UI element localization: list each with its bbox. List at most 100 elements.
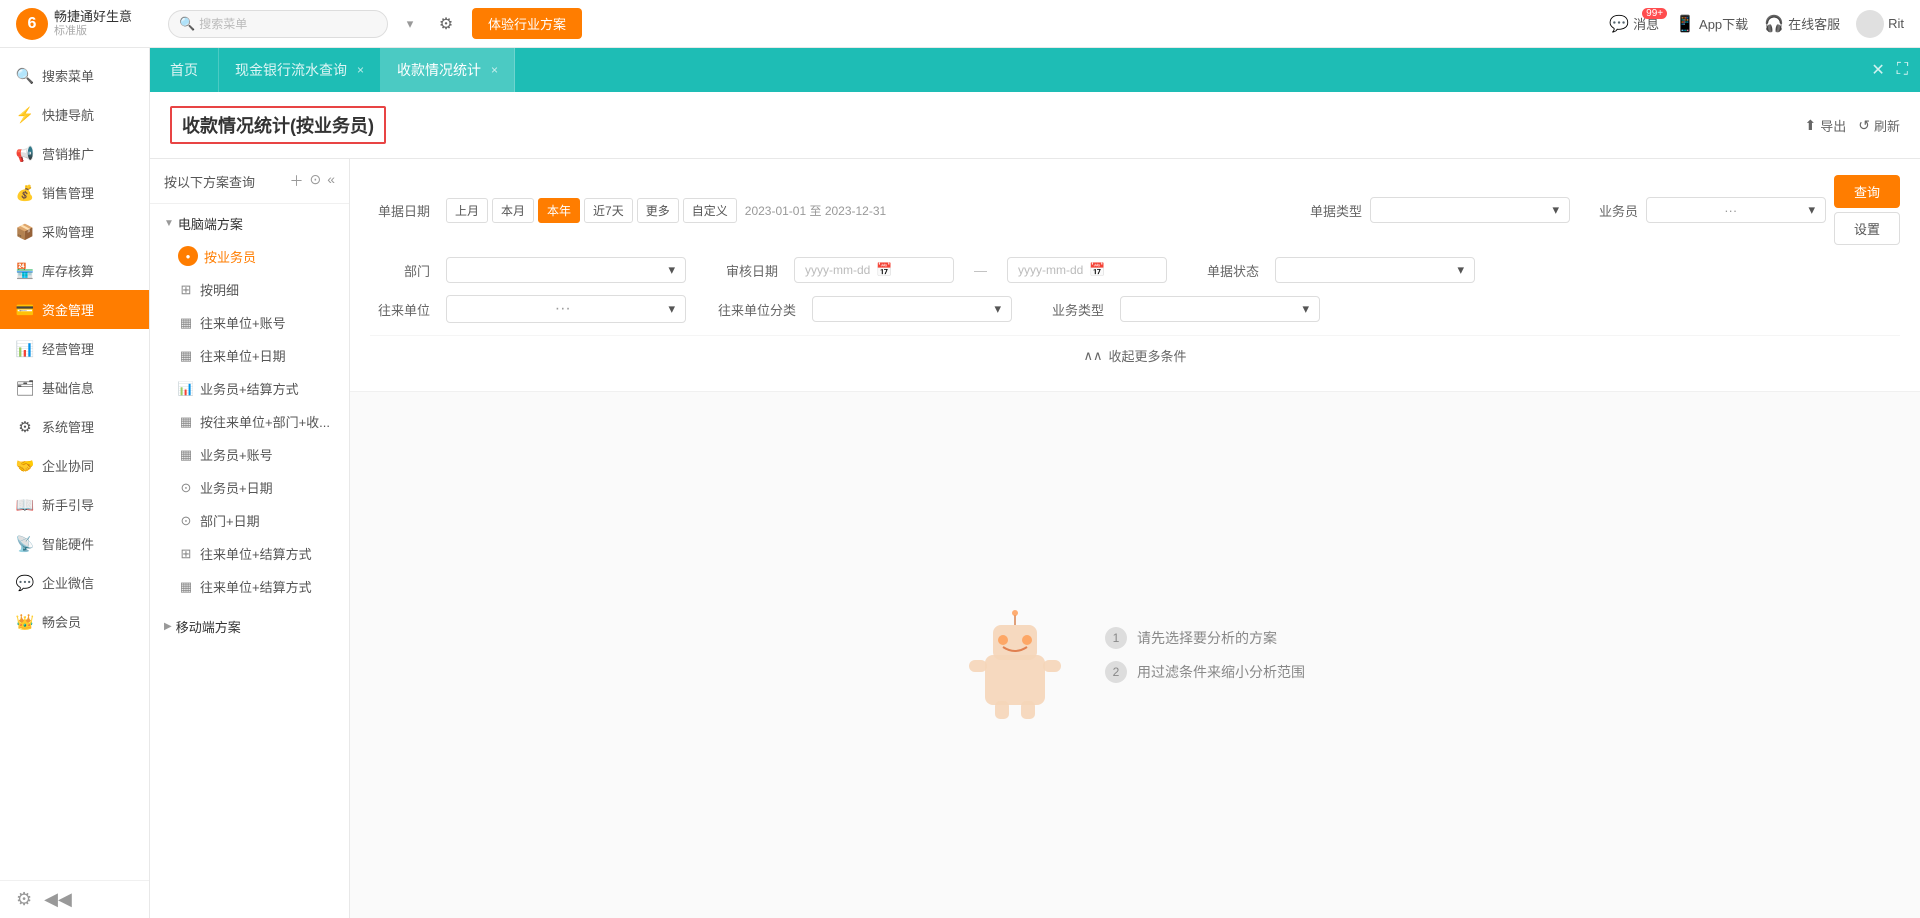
sidebar-operation-icon: 📊 xyxy=(16,340,34,358)
dept-select[interactable]: ▾ xyxy=(446,257,686,283)
tree-item-unit-account[interactable]: ▦ 往来单位+账号 xyxy=(150,306,349,339)
partner-select[interactable]: ··· ▾ xyxy=(446,295,686,323)
tab-receipt-stats[interactable]: 收款情况统计 × xyxy=(381,48,515,92)
chevron-down-icon: ▾ xyxy=(407,16,414,32)
sidebar-wechat-icon: 💬 xyxy=(16,574,34,592)
tree-item-by-staff[interactable]: ● 按业务员 xyxy=(150,239,349,273)
sidebar-item-member[interactable]: 👑 畅会员 xyxy=(0,602,149,641)
tip-num-2: 2 xyxy=(1105,661,1127,683)
sidebar-item-guide[interactable]: 📖 新手引导 xyxy=(0,485,149,524)
panel-add-icon[interactable]: ＋ xyxy=(289,171,303,191)
tab-bank-flow[interactable]: 现金银行流水查询 × xyxy=(219,48,381,92)
panel-settings-icon[interactable]: ⊙ xyxy=(309,171,321,191)
biz-type-label: 业务类型 xyxy=(1044,300,1104,319)
partner-dots[interactable]: ··· xyxy=(555,300,571,318)
empty-state: 1 请先选择要分析的方案 2 用过滤条件来缩小分析范围 xyxy=(350,392,1920,918)
tree-mobile-header[interactable]: ▶ 移动端方案 xyxy=(150,611,349,642)
sidebar-item-marketing[interactable]: 📢 营销推广 xyxy=(0,134,149,173)
filter-collapse-btn[interactable]: ∧∧ 收起更多条件 xyxy=(370,335,1900,375)
sidebar-item-system[interactable]: ⚙ 系统管理 xyxy=(0,407,149,446)
app-download-btn[interactable]: 📱 App下载 xyxy=(1675,14,1748,34)
export-icon: ⬆ xyxy=(1805,117,1817,134)
tab-receipt-stats-close[interactable]: × xyxy=(491,63,498,77)
date-btn-this-month[interactable]: 本月 xyxy=(492,198,534,223)
trial-btn[interactable]: 体验行业方案 xyxy=(472,8,582,39)
staff-dots[interactable]: ··· xyxy=(1724,203,1737,218)
gear-icon: ⚙ xyxy=(439,14,453,34)
date-btn-this-year[interactable]: 本年 xyxy=(538,198,580,223)
filter-area: 单据日期 上月 本月 本年 近7天 更多 自定义 2023-01-01 至 20… xyxy=(350,159,1920,392)
sidebar-item-purchase[interactable]: 📦 采购管理 xyxy=(0,212,149,251)
collapse-sidebar-icon[interactable]: ◀◀ xyxy=(44,889,72,910)
sidebar-item-basic[interactable]: 🗂 基础信息 xyxy=(0,368,149,407)
partner-category-label: 往来单位分类 xyxy=(718,300,796,319)
tree-item-staff-account[interactable]: ▦ 业务员+账号 xyxy=(150,438,349,471)
doc-status-chevron: ▾ xyxy=(1457,262,1464,278)
sidebar-item-quick-nav[interactable]: ⚡ 快捷导航 xyxy=(0,95,149,134)
partner-category-chevron: ▾ xyxy=(994,301,1001,317)
biz-type-chevron: ▾ xyxy=(1302,301,1309,317)
settings-bottom-icon[interactable]: ⚙ xyxy=(16,889,32,910)
user-avatar xyxy=(1856,10,1884,38)
calendar-icon-1[interactable]: 📅 xyxy=(876,262,892,278)
sidebar-item-operation[interactable]: 📊 经营管理 xyxy=(0,329,149,368)
user-avatar-btn[interactable]: Rit xyxy=(1856,10,1904,38)
sidebar-item-finance[interactable]: 💳 资金管理 xyxy=(0,290,149,329)
date-btn-more[interactable]: 更多 xyxy=(637,198,679,223)
sidebar-system-icon: ⚙ xyxy=(16,418,34,436)
sidebar-item-warehouse[interactable]: 🏪 库存核算 xyxy=(0,251,149,290)
panel-header: 按以下方案查询 ＋ ⊙ « xyxy=(150,159,349,204)
tab-bank-flow-close[interactable]: × xyxy=(357,63,364,77)
sidebar-item-hardware[interactable]: 📡 智能硬件 xyxy=(0,524,149,563)
review-date-start[interactable]: yyyy-mm-dd 📅 xyxy=(794,257,954,283)
tree-item-unit-date-label: 往来单位+日期 xyxy=(200,346,286,365)
page-content: 收款情况统计(按业务员) ⬆ 导出 ↺ 刷新 按以下 xyxy=(150,92,1920,918)
date-btn-last7[interactable]: 近7天 xyxy=(584,198,633,223)
message-btn[interactable]: 💬 消息 99+ xyxy=(1609,14,1659,34)
tree-desktop-header[interactable]: ▼ 电脑端方案 xyxy=(150,208,349,239)
panel-collapse-icon[interactable]: « xyxy=(327,171,335,191)
tree-item-staff-payment[interactable]: 📊 业务员+结算方式 xyxy=(150,372,349,405)
tab-bank-flow-label: 现金银行流水查询 xyxy=(235,60,347,80)
tree-item-dept-date[interactable]: ⊙ 部门+日期 xyxy=(150,504,349,537)
tree-item-unit-dept[interactable]: ▦ 按往来单位+部门+收... xyxy=(150,405,349,438)
query-btn[interactable]: 查询 xyxy=(1834,175,1900,208)
sidebar-hardware-label: 智能硬件 xyxy=(42,534,94,553)
tree-item-by-detail[interactable]: ⊞ 按明细 xyxy=(150,273,349,306)
doc-type-select[interactable]: ▾ xyxy=(1370,197,1570,223)
sidebar-item-search[interactable]: 🔍 搜索菜单 xyxy=(0,56,149,95)
sidebar-item-corp[interactable]: 🤝 企业协同 xyxy=(0,446,149,485)
tree-item-unit-dept-label: 按往来单位+部门+收... xyxy=(200,412,330,431)
app-edition: 标准版 xyxy=(54,25,132,38)
export-btn[interactable]: ⬆ 导出 xyxy=(1805,116,1847,135)
refresh-label: 刷新 xyxy=(1874,116,1900,135)
tree-item-unit-payment1[interactable]: ⊞ 往来单位+结算方式 xyxy=(150,537,349,570)
date-btn-custom[interactable]: 自定义 xyxy=(683,198,737,223)
set-btn[interactable]: 设置 xyxy=(1834,212,1900,245)
settings-btn[interactable]: ⚙ xyxy=(432,10,460,38)
tab-close-all-icon[interactable]: ✕ xyxy=(1871,60,1884,80)
sidebar-corp-icon: 🤝 xyxy=(16,457,34,475)
tree-item-unit-payment2[interactable]: ▦ 往来单位+结算方式 xyxy=(150,570,349,603)
header-search-box[interactable]: 🔍 搜索菜单 xyxy=(168,10,388,38)
tab-home-label: 首页 xyxy=(170,60,198,80)
tab-bar-right: ✕ ⛶ xyxy=(1871,60,1920,80)
tree-item-staff-date[interactable]: ⊙ 业务员+日期 xyxy=(150,471,349,504)
tab-home[interactable]: 首页 xyxy=(150,48,219,92)
tree-item-by-staff-label: 按业务员 xyxy=(204,247,256,266)
review-date-end[interactable]: yyyy-mm-dd 📅 xyxy=(1007,257,1167,283)
tree-item-unit-date[interactable]: ▦ 往来单位+日期 xyxy=(150,339,349,372)
calendar-icon-2[interactable]: 📅 xyxy=(1089,262,1105,278)
partner-category-select[interactable]: ▾ xyxy=(812,296,1012,322)
header-dropdown-btn[interactable]: ▾ xyxy=(400,14,420,34)
tab-maximize-icon[interactable]: ⛶ xyxy=(1897,61,1908,79)
biz-type-select[interactable]: ▾ xyxy=(1120,296,1320,322)
sidebar-item-wechat[interactable]: 💬 企业微信 xyxy=(0,563,149,602)
tree-mobile-section: ▶ 移动端方案 xyxy=(150,607,349,646)
date-btn-last-month[interactable]: 上月 xyxy=(446,198,488,223)
sidebar-item-sales[interactable]: 💰 销售管理 xyxy=(0,173,149,212)
refresh-btn[interactable]: ↺ 刷新 xyxy=(1858,116,1900,135)
doc-status-select[interactable]: ▾ xyxy=(1275,257,1475,283)
online-service-btn[interactable]: 🎧 在线客服 xyxy=(1764,14,1840,34)
staff-select[interactable]: ··· ▾ xyxy=(1646,197,1826,223)
